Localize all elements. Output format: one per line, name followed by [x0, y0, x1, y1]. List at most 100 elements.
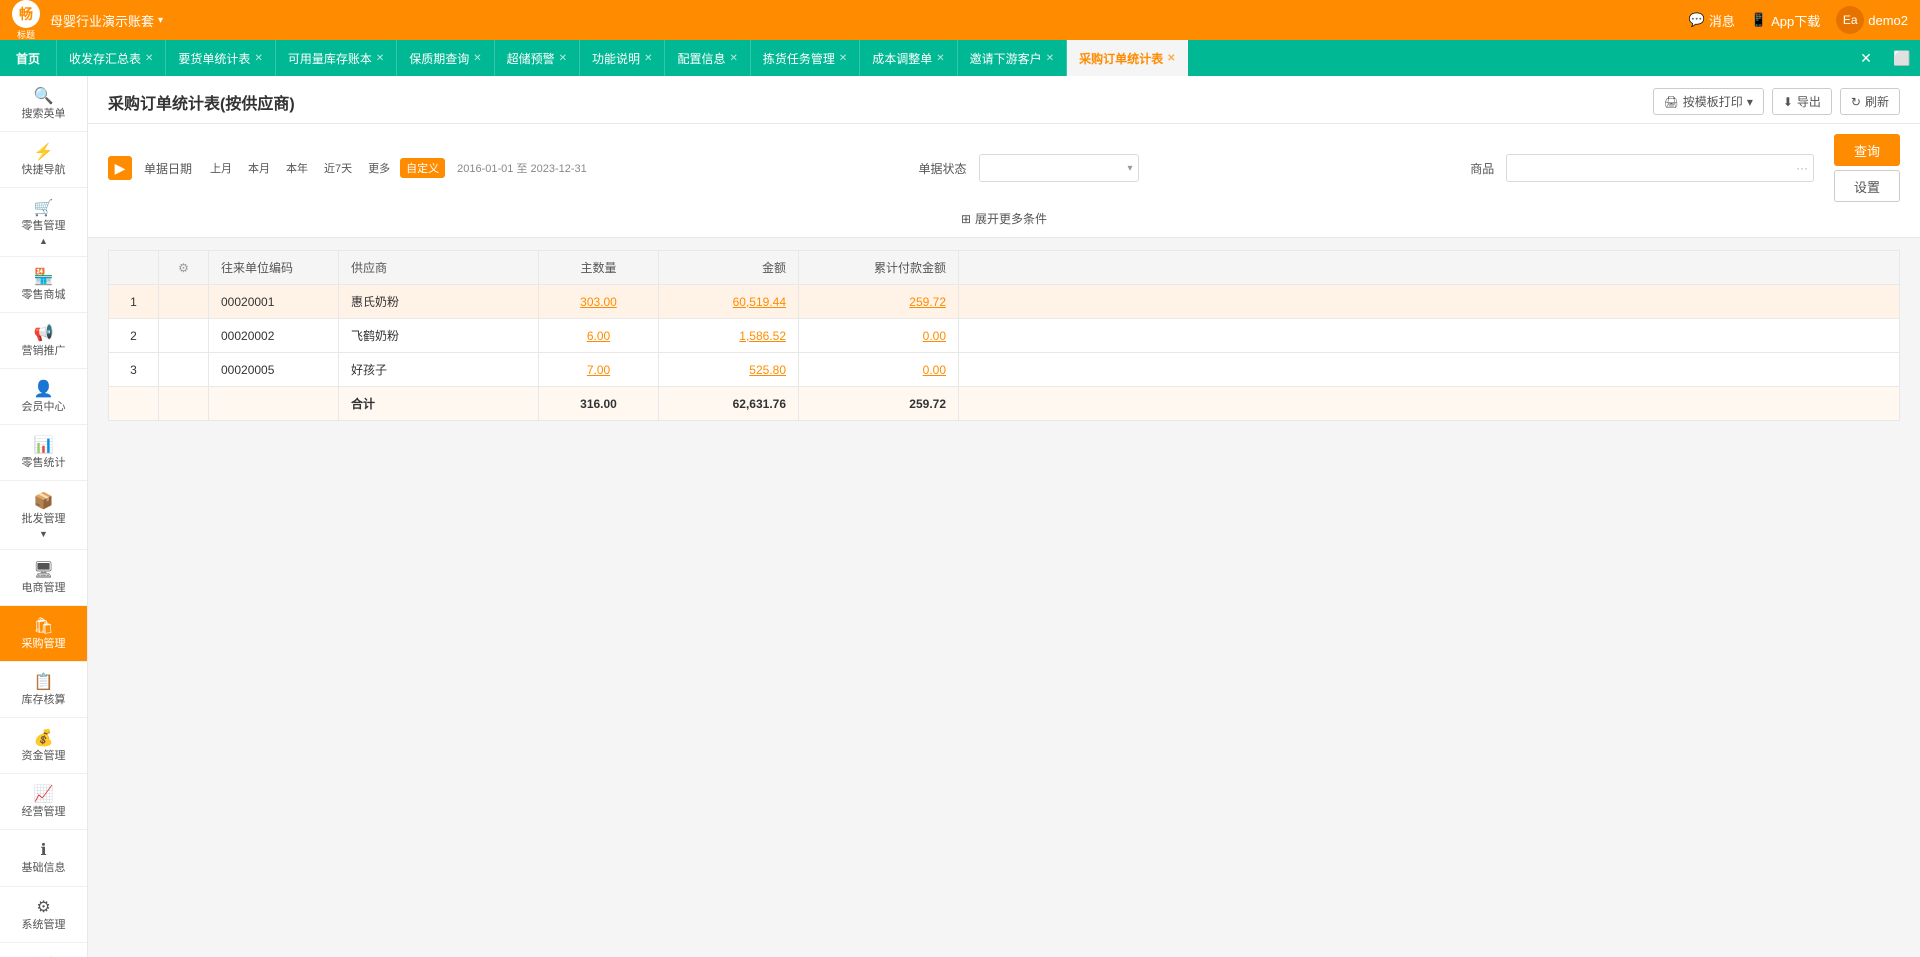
col-header-index: [109, 251, 159, 285]
sidebar-item-marketing[interactable]: 📢 营销推广: [0, 313, 87, 369]
marketing-icon: 📢: [34, 323, 54, 343]
workspace-selector[interactable]: 母婴行业演示账套 ▾: [50, 11, 163, 30]
expand-more-row: ⊞ 展开更多条件: [108, 210, 1900, 227]
col-header-code: 往来单位编码: [209, 251, 339, 285]
col-header-settings[interactable]: ⚙: [159, 251, 209, 285]
col-header-amount: 金额: [659, 251, 799, 285]
nav-right-buttons: ✕ ⬜: [1848, 40, 1920, 76]
row-qty[interactable]: 7.00: [539, 353, 659, 387]
message-button[interactable]: 💬 消息: [1689, 11, 1735, 30]
query-button[interactable]: 查询: [1834, 134, 1900, 166]
nav-close-button[interactable]: ✕: [1848, 40, 1884, 76]
row-extra: [959, 319, 1900, 353]
row-supplier: 惠氏奶粉: [339, 285, 539, 319]
export-button[interactable]: ⬇ 导出: [1772, 88, 1832, 115]
total-row-index: [109, 387, 159, 421]
sidebar-item-finance[interactable]: 💰 资金管理: [0, 718, 87, 774]
nav-maximize-button[interactable]: ⬜: [1884, 40, 1920, 76]
close-tab-overstock-warning[interactable]: ✕: [559, 53, 567, 64]
row-code: 00020005: [209, 353, 339, 387]
shortcut-7days[interactable]: 近7天: [318, 158, 358, 178]
tab-config-info[interactable]: 配置信息 ✕: [665, 40, 750, 76]
tab-function-desc[interactable]: 功能说明 ✕: [580, 40, 665, 76]
goods-input-dots-icon[interactable]: ···: [1796, 161, 1808, 175]
inventory-icon: 📋: [34, 672, 54, 692]
sidebar-item-quick-nav[interactable]: ⚡ 快捷导航: [0, 132, 87, 188]
print-button[interactable]: 🖨 按模板打印 ▾: [1653, 88, 1764, 115]
sidebar-item-member[interactable]: 👤 会员中心: [0, 369, 87, 425]
goods-input[interactable]: [1506, 154, 1814, 182]
tab-home[interactable]: 首页: [0, 40, 57, 76]
top-bar: 畅 标题 母婴行业演示账套 ▾ 💬 消息 📱 App下载 Ea demo2: [0, 0, 1920, 40]
tab-cost-adjust[interactable]: 成本调整单 ✕: [860, 40, 957, 76]
close-tab-invite-downstream[interactable]: ✕: [1046, 53, 1054, 64]
row-amount[interactable]: 525.80: [659, 353, 799, 387]
total-row-label: 合计: [339, 387, 539, 421]
sidebar-item-ecommerce[interactable]: 🖥 电商管理: [0, 550, 87, 606]
close-tab-config-info[interactable]: ✕: [729, 53, 737, 64]
sidebar-item-operation[interactable]: 📈 经营管理: [0, 774, 87, 830]
user-profile[interactable]: Ea demo2: [1836, 6, 1908, 34]
close-tab-picking-task[interactable]: ✕: [839, 53, 847, 64]
column-settings-icon[interactable]: ⚙: [178, 261, 189, 275]
sidebar-item-cooperation[interactable]: 🤝 企业协同: [0, 943, 87, 957]
close-tab-purchase-summary[interactable]: ✕: [254, 53, 262, 64]
row-settings-cell: [159, 353, 209, 387]
tab-overstock-warning[interactable]: 超储预警 ✕: [495, 40, 580, 76]
row-index: 2: [109, 319, 159, 353]
row-amount[interactable]: 60,519.44: [659, 285, 799, 319]
sidebar-item-purchase[interactable]: 🛍 采购管理: [0, 606, 87, 662]
close-tab-receive-summary[interactable]: ✕: [145, 53, 153, 64]
tab-available-stock[interactable]: 可用量库存账本 ✕: [276, 40, 397, 76]
custom-date-tag[interactable]: 自定义: [400, 158, 445, 178]
content-area: 采购订单统计表(按供应商) 🖨 按模板打印 ▾ ⬇ 导出 ↻ 刷新: [88, 76, 1920, 957]
row-paid[interactable]: 259.72: [799, 285, 959, 319]
close-tab-cost-adjust[interactable]: ✕: [936, 53, 944, 64]
shortcut-this-month[interactable]: 本月: [242, 158, 276, 178]
row-paid[interactable]: 0.00: [799, 353, 959, 387]
total-row-amount: 62,631.76: [659, 387, 799, 421]
filter-toggle-button[interactable]: ▶: [108, 156, 132, 180]
tab-purchase-summary[interactable]: 要货单统计表 ✕: [166, 40, 275, 76]
settings-button[interactable]: 设置: [1834, 170, 1900, 202]
sidebar-item-retail[interactable]: 🛒 零售管理 ▲: [0, 188, 87, 256]
refresh-button[interactable]: ↻ 刷新: [1840, 88, 1900, 115]
close-tab-expiry-query[interactable]: ✕: [473, 53, 481, 64]
export-icon: ⬇: [1783, 95, 1793, 109]
print-chevron-icon: ▾: [1747, 95, 1753, 109]
print-icon: 🖨: [1664, 95, 1679, 109]
status-select[interactable]: [979, 154, 1139, 182]
row-amount[interactable]: 1,586.52: [659, 319, 799, 353]
sidebar-item-retail-stats[interactable]: 📊 零售统计: [0, 425, 87, 481]
shortcut-last-month[interactable]: 上月: [204, 158, 238, 178]
table-row: 3 00020005 好孩子 7.00 525.80 0.00: [109, 353, 1900, 387]
tab-purchase-order-stats[interactable]: 采购订单统计表 ✕: [1067, 40, 1188, 76]
close-tab-function-desc[interactable]: ✕: [644, 53, 652, 64]
col-header-qty: 主数量: [539, 251, 659, 285]
sidebar-item-inventory[interactable]: 📋 库存核算: [0, 662, 87, 718]
row-qty[interactable]: 6.00: [539, 319, 659, 353]
row-qty[interactable]: 303.00: [539, 285, 659, 319]
close-tab-purchase-order-stats[interactable]: ✕: [1167, 53, 1175, 64]
shortcut-more[interactable]: 更多: [362, 158, 396, 178]
sidebar-item-search[interactable]: 🔍 搜索英单: [0, 76, 87, 132]
top-bar-right: 💬 消息 📱 App下载 Ea demo2: [1689, 6, 1908, 34]
sidebar-item-retail-mall[interactable]: 🏪 零售商城: [0, 257, 87, 313]
tab-invite-downstream[interactable]: 邀请下游客户 ✕: [958, 40, 1067, 76]
sidebar-item-wholesale[interactable]: 📦 批发管理 ▼: [0, 481, 87, 549]
top-bar-left: 畅 标题 母婴行业演示账套 ▾: [12, 0, 163, 41]
row-settings-cell: [159, 285, 209, 319]
app-download-button[interactable]: 📱 App下载: [1751, 11, 1820, 30]
close-tab-available-stock[interactable]: ✕: [376, 53, 384, 64]
operation-icon: 📈: [34, 784, 54, 804]
sidebar-item-basic-info[interactable]: ℹ 基础信息: [0, 830, 87, 886]
shortcut-this-year[interactable]: 本年: [280, 158, 314, 178]
total-row-qty: 316.00: [539, 387, 659, 421]
tab-expiry-query[interactable]: 保质期查询 ✕: [397, 40, 494, 76]
tab-receive-summary[interactable]: 收发存汇总表 ✕: [57, 40, 166, 76]
tab-picking-task[interactable]: 拣货任务管理 ✕: [751, 40, 860, 76]
status-select-wrapper: ▾: [979, 154, 1139, 182]
expand-more-button[interactable]: ⊞ 展开更多条件: [961, 210, 1047, 227]
row-paid[interactable]: 0.00: [799, 319, 959, 353]
sidebar-item-system[interactable]: ⚙ 系统管理: [0, 887, 87, 943]
